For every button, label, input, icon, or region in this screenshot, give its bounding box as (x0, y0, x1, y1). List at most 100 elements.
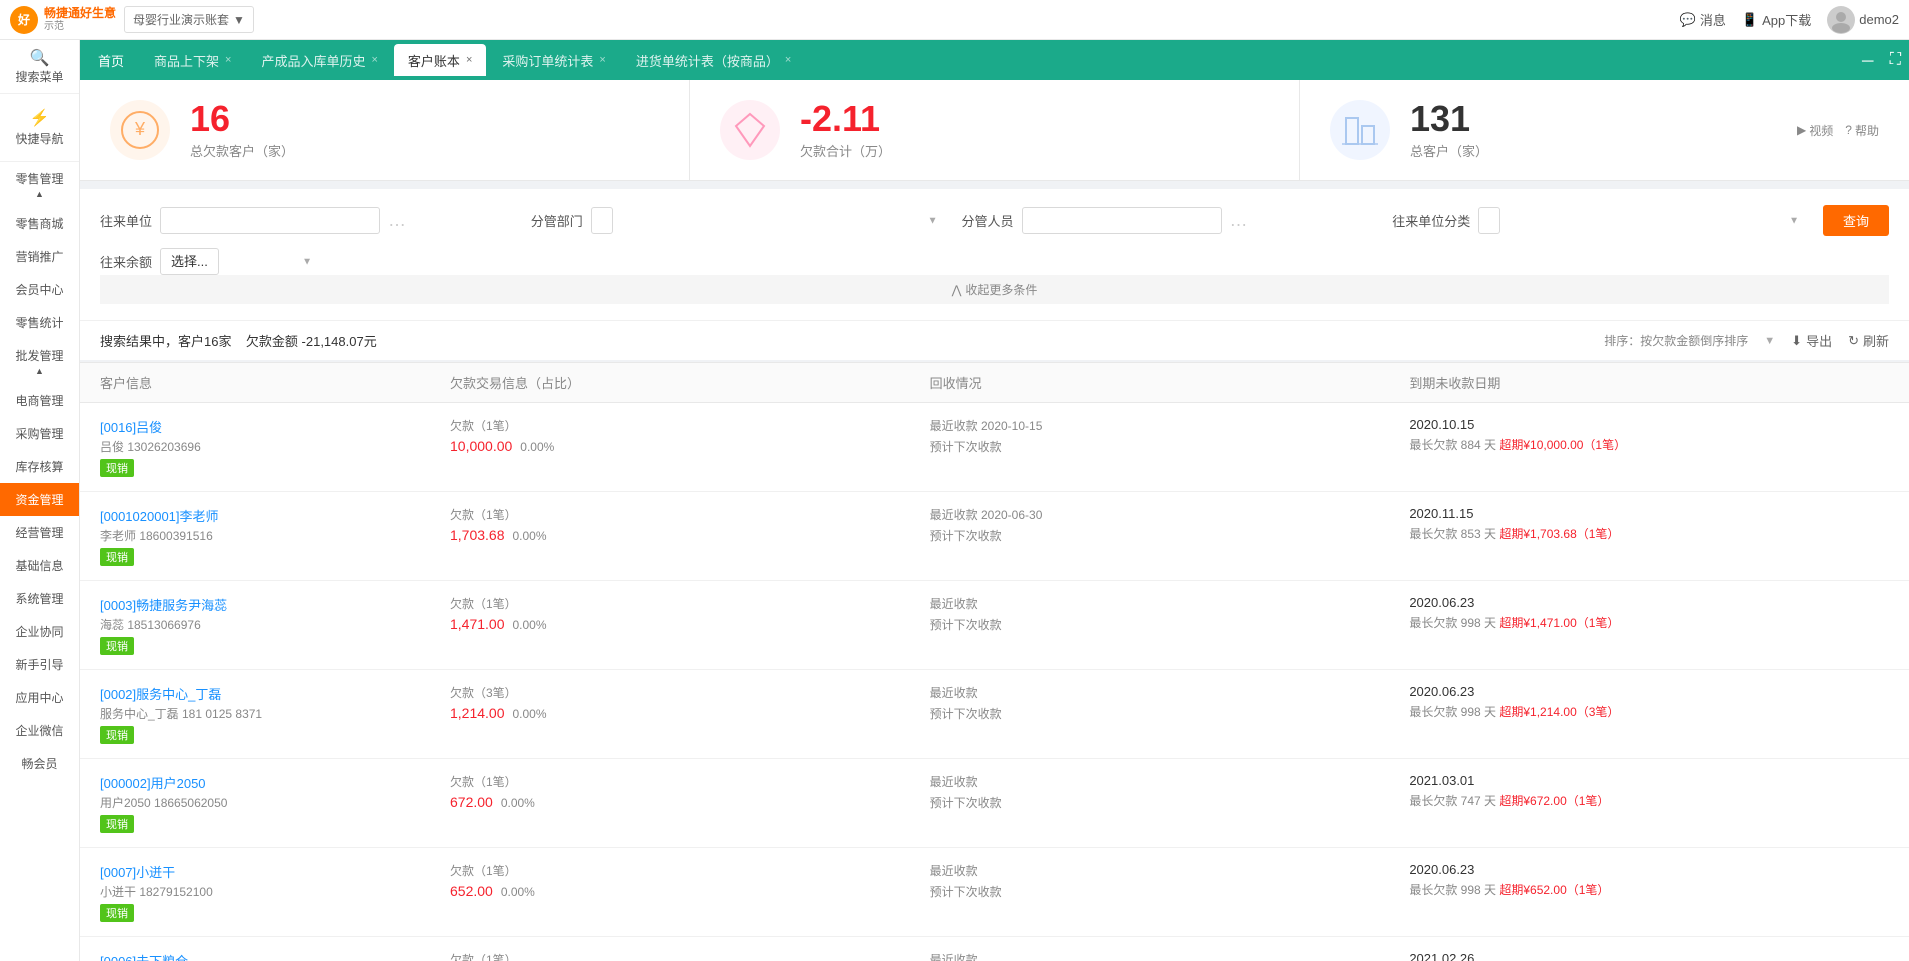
sidebar-item-newbie[interactable]: 新手引导 (0, 648, 79, 681)
filter-from-unit-input[interactable] (160, 207, 380, 234)
tab-close-icon[interactable]: × (466, 54, 472, 66)
debt-cell: 欠款（1笔） 672.00 0.00% (450, 773, 930, 810)
app-icon: 📱 (1742, 12, 1758, 28)
tab-import-stats[interactable]: 进货单统计表（按商品） × (622, 44, 805, 76)
export-button[interactable]: ⬇ 导出 (1791, 331, 1832, 350)
tab-close-icon[interactable]: × (785, 54, 791, 66)
filter-collapse-button[interactable]: ⋀ 收起更多条件 (100, 275, 1889, 304)
tabs-maximize-button[interactable]: ⛶ (1886, 47, 1905, 73)
owed-amount: 672.00 0.00% (450, 790, 930, 810)
filter-dept-select[interactable] (591, 207, 613, 234)
customer-name-link[interactable]: [000002]用户2050 (100, 776, 206, 791)
customer-tag: 现销 (100, 459, 134, 477)
customer-name-link[interactable]: [0007]小迸干 (100, 865, 175, 880)
sidebar-item-label: 会员中心 (15, 281, 63, 298)
filter-balance-select[interactable]: 选择... (160, 248, 219, 275)
sidebar-item-vip-member[interactable]: 畅会员 (0, 747, 79, 780)
sidebar-item-retail-mgmt[interactable]: 零售管理▲ (0, 162, 79, 207)
customer-name-link[interactable]: [0006]去下粮仓 (100, 954, 188, 961)
debt-cell: 欠款（1笔） 1,703.68 0.00% (450, 506, 930, 543)
sidebar-search[interactable]: 🔍 搜索菜单 (0, 40, 79, 94)
debt-count: 欠款（1笔） (450, 951, 930, 961)
overdue-amount-link[interactable]: 超期¥652.00（1笔） (1499, 883, 1609, 897)
filter-manager-input[interactable] (1022, 207, 1222, 234)
customer-contact: 服务中心_丁磊 181 0125 8371 (100, 705, 450, 722)
owed-amount: 652.00 0.00% (450, 879, 930, 899)
message-button[interactable]: 💬 消息 (1680, 10, 1726, 29)
overdue-amount-link[interactable]: 超期¥1,471.00（1笔） (1499, 616, 1619, 630)
col-debt-info: 欠款交易信息（占比） (450, 373, 930, 392)
overdue-amount-link[interactable]: 超期¥1,214.00（3笔） (1499, 705, 1619, 719)
debt-pct: 0.00% (513, 618, 547, 632)
overdue-amount-link[interactable]: 超期¥10,000.00（1笔） (1499, 438, 1626, 452)
customer-name-link[interactable]: [0001020001]李老师 (100, 509, 219, 524)
logo-subtitle: 示范 (44, 21, 116, 33)
tab-close-icon[interactable]: × (599, 54, 605, 66)
sidebar-item-business[interactable]: 经营管理 (0, 516, 79, 549)
overdue-amount-link[interactable]: 超期¥1,703.68（1笔） (1499, 527, 1619, 541)
tab-customer-account[interactable]: 客户账本× (394, 44, 486, 76)
video-button[interactable]: ▶ 视频 (1797, 122, 1833, 139)
sidebar-item-retail-stats[interactable]: 零售统计 (0, 306, 79, 339)
store-selector[interactable]: 母婴行业演示账套 ▼ (124, 6, 254, 33)
table-row: [0007]小迸干 小迸干 18279152100 现销 欠款（1笔） 652.… (80, 848, 1909, 937)
tabs-minimize-button[interactable]: － (1856, 44, 1880, 76)
sidebar-item-basic-info[interactable]: 基础信息 (0, 549, 79, 582)
sidebar-item-retail-mall[interactable]: 零售商城 (0, 207, 79, 240)
tab-label: 产成品入库单历史 (261, 51, 365, 70)
refresh-button[interactable]: ↻ 刷新 (1848, 331, 1889, 350)
message-icon: 💬 (1680, 12, 1696, 28)
tab-goods-updown[interactable]: 商品上下架× (140, 44, 245, 76)
sidebar-item-purchase[interactable]: 采购管理 (0, 417, 79, 450)
filter-category-select[interactable] (1478, 207, 1500, 234)
last-collect: 最近收款 2020-10-15 (930, 417, 1410, 434)
debt-count: 欠款（1笔） (450, 595, 930, 612)
search-button[interactable]: 查询 (1823, 205, 1889, 236)
debt-cell: 欠款（3笔） 1,214.00 0.00% (450, 684, 930, 721)
owed-amount: 10,000.00 0.00% (450, 434, 930, 454)
filter-dept-label: 分管部门 (531, 211, 583, 230)
sidebar-item-finance[interactable]: 资金管理 (0, 483, 79, 516)
customer-name-link[interactable]: [0002]服务中心_丁磊 (100, 687, 221, 702)
sidebar-item-enterprise-collab[interactable]: 企业协同 (0, 615, 79, 648)
tab-label: 采购订单统计表 (502, 51, 593, 70)
quick-nav-item[interactable]: ⚡ 快捷导航 (0, 100, 79, 155)
tab-home[interactable]: 首页 (84, 44, 138, 76)
sidebar-item-label: 零售统计 (15, 314, 63, 331)
sidebar-item-batch-mgmt[interactable]: 批发管理▲ (0, 339, 79, 384)
user-menu[interactable]: demo2 (1827, 6, 1899, 34)
debt-amount: 652.00 (450, 883, 493, 899)
sidebar-item-inventory[interactable]: 库存核算 (0, 450, 79, 483)
due-date-cell: 2020.06.23 最长欠款 998 天 超期¥1,214.00（3笔） (1409, 684, 1889, 720)
sidebar-item-marketing[interactable]: 营销推广 (0, 240, 79, 273)
sidebar-item-member-center[interactable]: 会员中心 (0, 273, 79, 306)
customer-name-link[interactable]: [0003]畅捷服务尹海蕊 (100, 598, 227, 613)
tab-label: 进货单统计表（按商品） (636, 51, 779, 70)
tabs-right: － ⛶ (1856, 44, 1905, 76)
sidebar-item-enterprise-wechat[interactable]: 企业微信 (0, 714, 79, 747)
stat-card-overdue-customers: ¥ 16 总欠款客户（家） (80, 80, 690, 180)
tab-purchase-order[interactable]: 采购订单统计表 × (488, 44, 619, 76)
sidebar-item-system[interactable]: 系统管理 (0, 582, 79, 615)
tab-close-icon[interactable]: × (225, 54, 231, 66)
stat-label-1: 总欠款客户（家） (190, 141, 294, 160)
overdue-amount-link[interactable]: 超期¥672.00（1笔） (1499, 794, 1609, 808)
quick-nav: ⚡ 快捷导航 (0, 94, 79, 162)
help-button[interactable]: ? 帮助 (1845, 122, 1879, 139)
sidebar-item-app-center[interactable]: 应用中心 (0, 681, 79, 714)
last-collect: 最近收款 (930, 862, 1410, 879)
debt-pct: 0.00% (520, 440, 554, 454)
sidebar-item-label: 企业微信 (15, 722, 63, 739)
from-unit-more-icon[interactable]: … (388, 210, 406, 231)
manager-more-icon[interactable]: … (1230, 210, 1248, 231)
tab-product-history[interactable]: 产成品入库单历史 × (247, 44, 391, 76)
tab-close-icon[interactable]: × (371, 54, 377, 66)
debt-amount: 10,000.00 (450, 438, 512, 454)
logo-text: 畅捷通好生意 (44, 6, 116, 20)
filter-manager: 分管人员 … (962, 207, 1377, 234)
app-download-button[interactable]: 📱 App下载 (1742, 10, 1811, 29)
customer-name-link[interactable]: [0016]吕俊 (100, 420, 162, 435)
sidebar-item-ecommerce[interactable]: 电商管理 (0, 384, 79, 417)
overdue-days: 最长欠款 998 天 超期¥652.00（1笔） (1409, 881, 1889, 898)
debt-count: 欠款（1笔） (450, 773, 930, 790)
